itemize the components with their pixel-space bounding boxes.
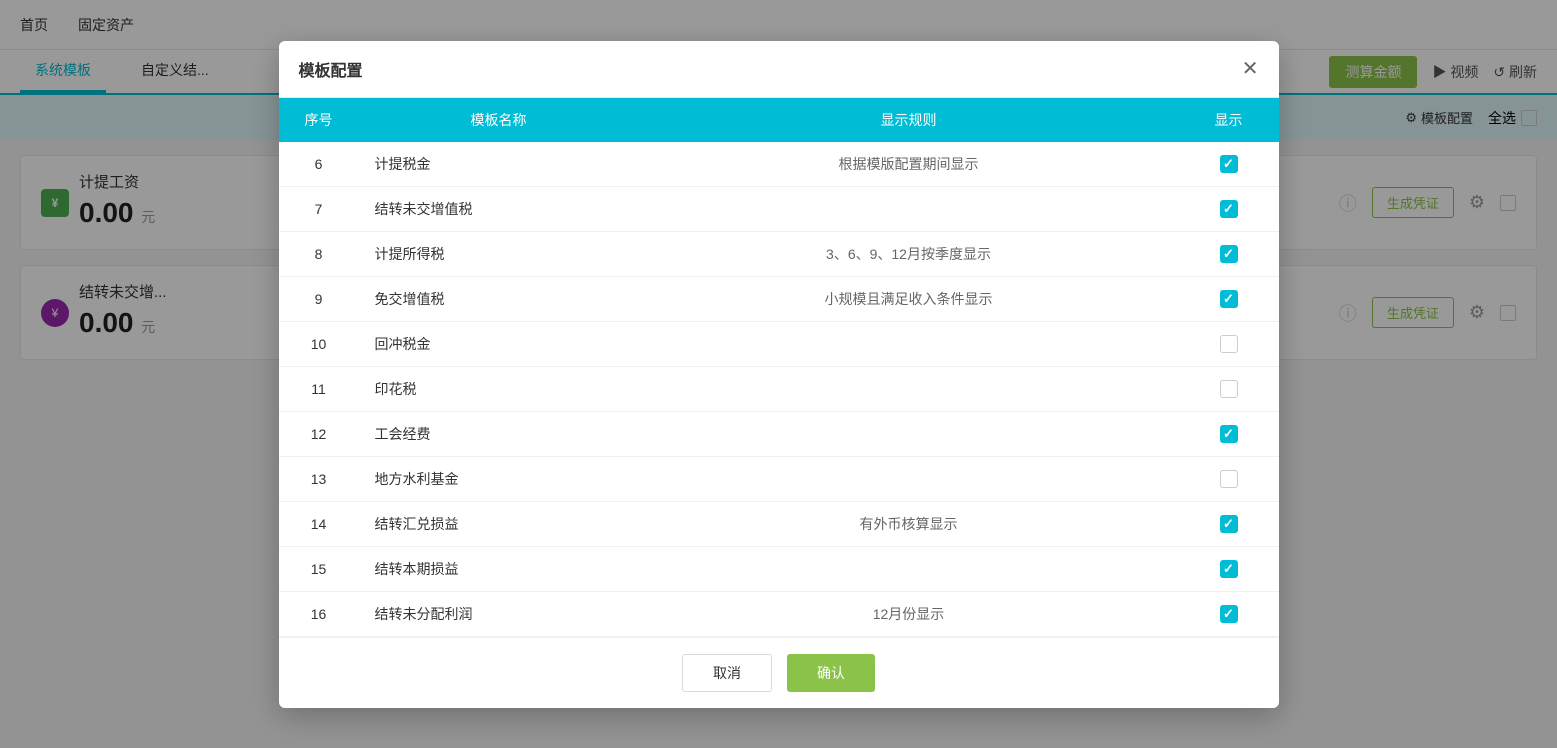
cell-display — [1179, 321, 1279, 366]
cell-name: 工会经费 — [359, 411, 639, 456]
cell-seq: 16 — [279, 591, 359, 636]
table-header-row: 序号 模板名称 显示规则 显示 — [279, 98, 1279, 142]
cell-rule — [639, 186, 1179, 231]
cell-name: 计提所得税 — [359, 231, 639, 276]
cell-rule: 12月份显示 — [639, 591, 1179, 636]
cell-seq: 9 — [279, 276, 359, 321]
cell-seq: 12 — [279, 411, 359, 456]
col-rule: 显示规则 — [639, 98, 1179, 142]
col-name: 模板名称 — [359, 98, 639, 142]
cell-name: 计提税金 — [359, 142, 639, 187]
cancel-button[interactable]: 取消 — [682, 654, 772, 692]
checkbox-15[interactable] — [1220, 560, 1238, 578]
cell-name: 地方水利基金 — [359, 456, 639, 501]
cell-display — [1179, 546, 1279, 591]
table-row: 15结转本期损益 — [279, 546, 1279, 591]
cell-rule: 小规模且满足收入条件显示 — [639, 276, 1179, 321]
cell-rule: 有外币核算显示 — [639, 501, 1179, 546]
cell-seq: 6 — [279, 142, 359, 187]
cell-rule: 3、6、9、12月按季度显示 — [639, 231, 1179, 276]
cell-rule: 根据模版配置期间显示 — [639, 142, 1179, 187]
modal-title: 模板配置 — [299, 57, 363, 81]
cell-display — [1179, 142, 1279, 187]
checkbox-14[interactable] — [1220, 515, 1238, 533]
cell-display — [1179, 411, 1279, 456]
table-row: 10回冲税金 — [279, 321, 1279, 366]
checkbox-11[interactable] — [1220, 380, 1238, 398]
cell-seq: 14 — [279, 501, 359, 546]
cell-display — [1179, 186, 1279, 231]
cell-display — [1179, 231, 1279, 276]
cell-seq: 13 — [279, 456, 359, 501]
cell-display — [1179, 456, 1279, 501]
template-config-modal: 模板配置 ✕ 序号 模板名称 显示规则 显示 6计提税金根据模版配置期间显示7结… — [279, 41, 1279, 708]
cell-seq: 15 — [279, 546, 359, 591]
col-display: 显示 — [1179, 98, 1279, 142]
table-row: 7结转未交增值税 — [279, 186, 1279, 231]
modal-header: 模板配置 ✕ — [279, 41, 1279, 98]
cell-seq: 8 — [279, 231, 359, 276]
checkbox-6[interactable] — [1220, 155, 1238, 173]
confirm-button[interactable]: 确认 — [787, 654, 875, 692]
cell-name: 印花税 — [359, 366, 639, 411]
checkbox-9[interactable] — [1220, 290, 1238, 308]
checkbox-10[interactable] — [1220, 335, 1238, 353]
cell-rule — [639, 321, 1179, 366]
checkbox-13[interactable] — [1220, 470, 1238, 488]
cell-name: 结转本期损益 — [359, 546, 639, 591]
cell-name: 结转未分配利润 — [359, 591, 639, 636]
table-row: 6计提税金根据模版配置期间显示 — [279, 142, 1279, 187]
cell-display — [1179, 501, 1279, 546]
cell-display — [1179, 276, 1279, 321]
cell-name: 结转未交增值税 — [359, 186, 639, 231]
table-row: 14结转汇兑损益有外币核算显示 — [279, 501, 1279, 546]
table-row: 12工会经费 — [279, 411, 1279, 456]
modal-overlay: 模板配置 ✕ 序号 模板名称 显示规则 显示 6计提税金根据模版配置期间显示7结… — [0, 0, 1557, 748]
config-table: 序号 模板名称 显示规则 显示 6计提税金根据模版配置期间显示7结转未交增值税8… — [279, 98, 1279, 637]
cell-name: 回冲税金 — [359, 321, 639, 366]
table-row: 8计提所得税3、6、9、12月按季度显示 — [279, 231, 1279, 276]
table-row: 9免交增值税小规模且满足收入条件显示 — [279, 276, 1279, 321]
cell-name: 免交增值税 — [359, 276, 639, 321]
checkbox-12[interactable] — [1220, 425, 1238, 443]
table-row: 16结转未分配利润12月份显示 — [279, 591, 1279, 636]
cell-rule — [639, 366, 1179, 411]
cell-rule — [639, 546, 1179, 591]
modal-close-button[interactable]: ✕ — [1242, 59, 1259, 79]
cell-seq: 11 — [279, 366, 359, 411]
checkbox-16[interactable] — [1220, 605, 1238, 623]
col-seq: 序号 — [279, 98, 359, 142]
cell-display — [1179, 591, 1279, 636]
checkbox-8[interactable] — [1220, 245, 1238, 263]
modal-footer: 取消 确认 — [279, 637, 1279, 708]
table-row: 11印花税 — [279, 366, 1279, 411]
checkbox-7[interactable] — [1220, 200, 1238, 218]
modal-body: 序号 模板名称 显示规则 显示 6计提税金根据模版配置期间显示7结转未交增值税8… — [279, 98, 1279, 637]
cell-seq: 10 — [279, 321, 359, 366]
cell-rule — [639, 456, 1179, 501]
cell-seq: 7 — [279, 186, 359, 231]
cell-rule — [639, 411, 1179, 456]
cell-display — [1179, 366, 1279, 411]
cell-name: 结转汇兑损益 — [359, 501, 639, 546]
table-row: 13地方水利基金 — [279, 456, 1279, 501]
